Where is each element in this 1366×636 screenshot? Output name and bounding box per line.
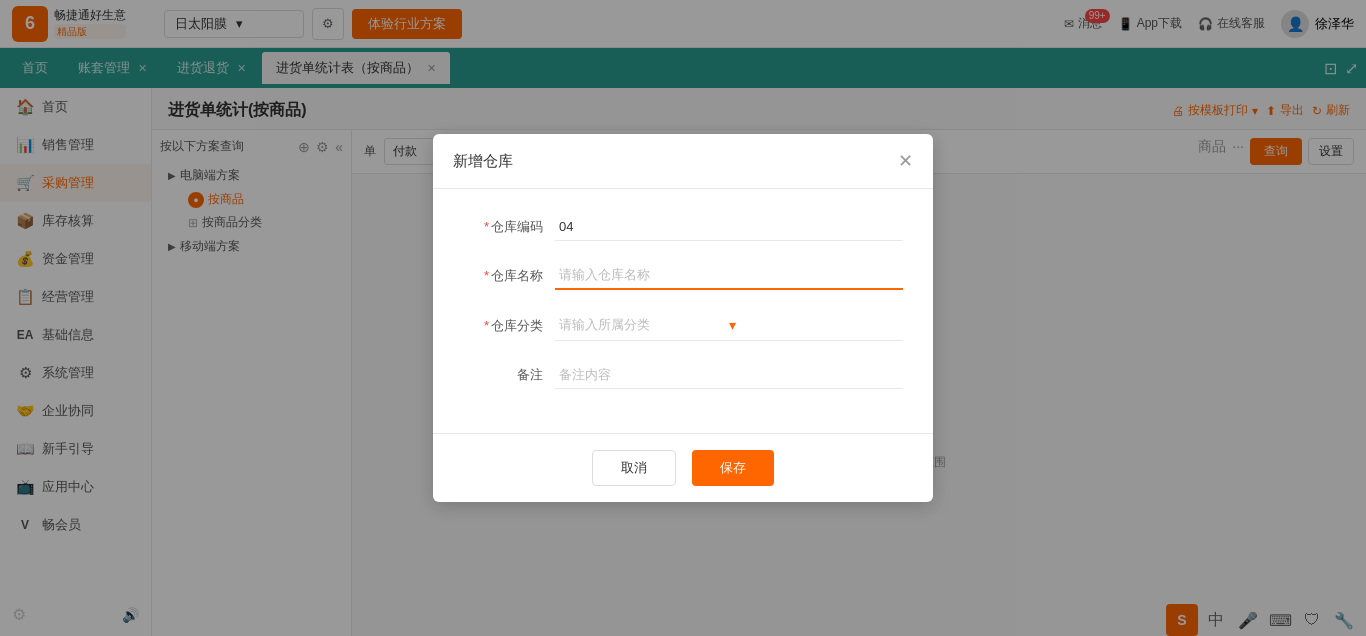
form-row-remark: 备注 <box>463 361 903 389</box>
cancel-button[interactable]: 取消 <box>592 450 676 486</box>
warehouse-name-input[interactable] <box>555 261 903 290</box>
remark-input[interactable] <box>555 361 903 389</box>
modal-overlay: 新增仓库 ✕ 仓库编码 仓库名称 仓库分类 请输入所属分类 ▾ <box>0 0 1366 636</box>
modal-title: 新增仓库 <box>453 152 513 171</box>
form-row-code: 仓库编码 <box>463 213 903 241</box>
form-row-category: 仓库分类 请输入所属分类 ▾ <box>463 310 903 341</box>
modal-body: 仓库编码 仓库名称 仓库分类 请输入所属分类 ▾ 备注 <box>433 189 933 433</box>
remark-label: 备注 <box>463 366 543 384</box>
category-placeholder: 请输入所属分类 <box>559 316 729 334</box>
modal-close-button[interactable]: ✕ <box>898 150 913 172</box>
form-row-name: 仓库名称 <box>463 261 903 290</box>
new-warehouse-modal: 新增仓库 ✕ 仓库编码 仓库名称 仓库分类 请输入所属分类 ▾ <box>433 134 933 502</box>
save-button[interactable]: 保存 <box>692 450 774 486</box>
warehouse-code-input[interactable] <box>555 213 903 241</box>
modal-footer: 取消 保存 <box>433 433 933 502</box>
category-arrow-icon: ▾ <box>729 317 899 333</box>
name-label: 仓库名称 <box>463 267 543 285</box>
modal-header: 新增仓库 ✕ <box>433 134 933 189</box>
warehouse-category-select[interactable]: 请输入所属分类 ▾ <box>555 310 903 341</box>
code-label: 仓库编码 <box>463 218 543 236</box>
category-label: 仓库分类 <box>463 317 543 335</box>
